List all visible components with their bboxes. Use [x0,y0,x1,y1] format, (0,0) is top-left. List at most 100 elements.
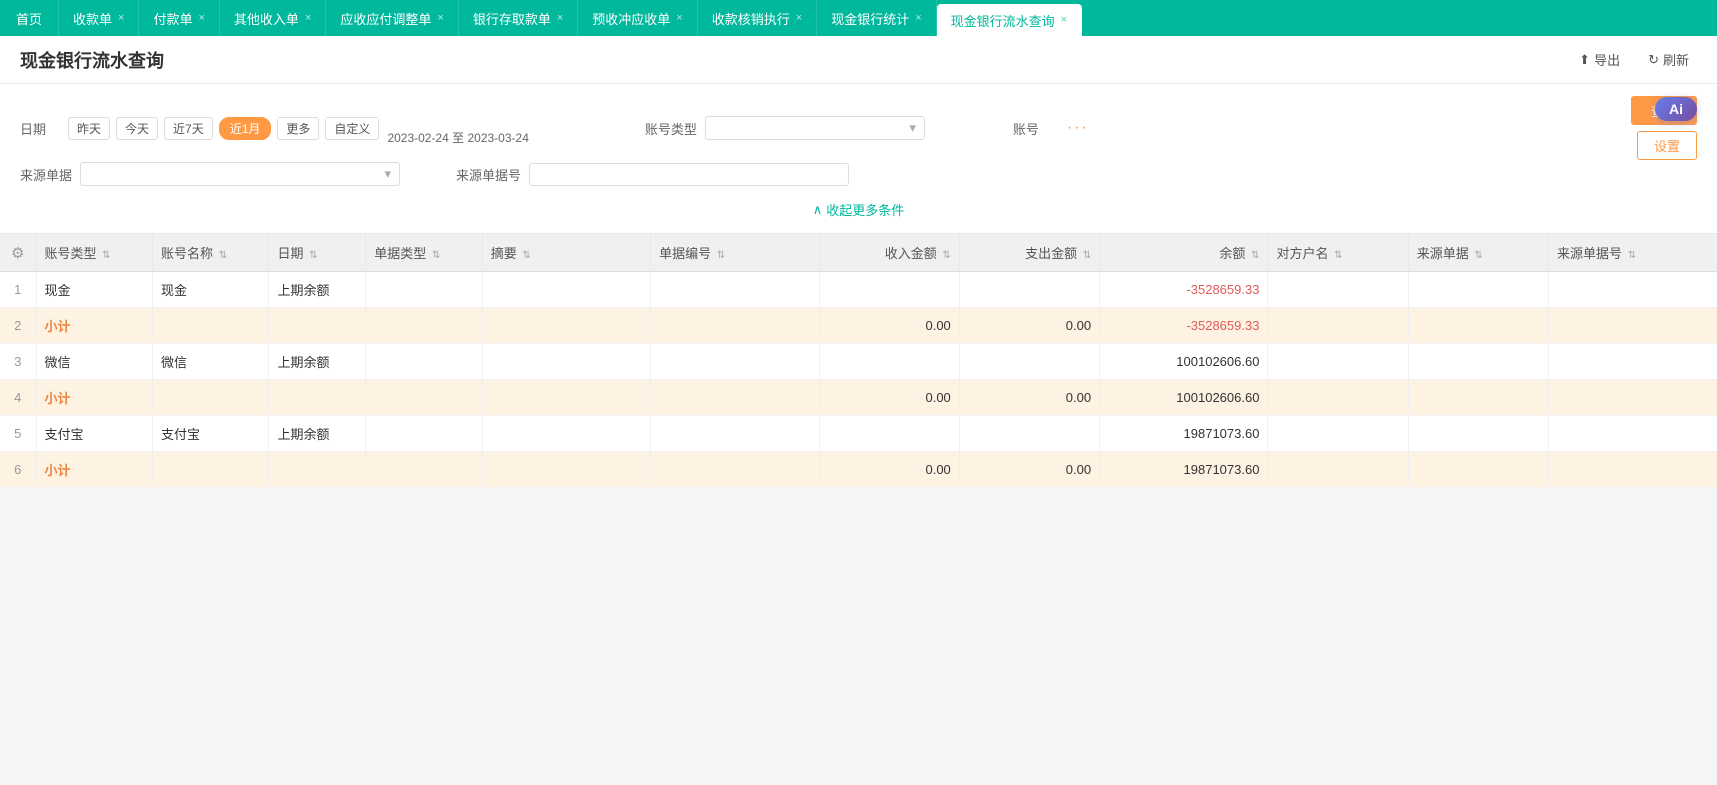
date-btn-more[interactable]: 更多 [277,117,319,140]
date-btn-custom[interactable]: 自定义 [325,117,379,140]
ai-badge[interactable]: Ai [1655,97,1697,121]
nav-tab-6[interactable]: 收款核销执行 × [698,0,817,36]
close-tab-0-icon[interactable]: × [118,12,124,24]
sort-doc-type-icon[interactable]: ⇅ [432,250,440,261]
nav-tab-7[interactable]: 现金银行统计 × [817,0,936,36]
table-row[interactable]: 4 小计 0.00 0.00 100102606.60 [0,380,1717,416]
close-tab-8-icon[interactable]: × [1061,14,1067,26]
cell-source-doc-no [1549,452,1717,488]
nav-tab-4[interactable]: 银行存取款单 × [459,0,578,36]
sort-balance-icon[interactable]: ⇅ [1251,250,1259,261]
account-label: 账号 [1013,119,1053,138]
sort-source-doc-icon[interactable]: ⇅ [1474,250,1482,261]
cell-balance: 19871073.60 [1100,452,1268,488]
source-doc-select[interactable]: ▾ [80,162,400,186]
cell-num: 3 [0,344,36,380]
account-type-group: 账号类型 ▾ [645,116,925,140]
table-row[interactable]: 2 小计 0.00 0.00 -3528659.33 [0,308,1717,344]
cell-num: 1 [0,272,36,308]
cell-expense [959,344,1099,380]
export-button[interactable]: ⬆ 导出 [1571,46,1628,73]
table-row[interactable]: 5 支付宝 支付宝 上期余额 19871073.60 [0,416,1717,452]
close-tab-7-icon[interactable]: × [915,12,921,24]
date-btn-yesterday[interactable]: 昨天 [68,117,110,140]
close-tab-2-icon[interactable]: × [305,12,311,24]
nav-home[interactable]: 首页 [0,0,59,36]
sort-source-doc-no-icon[interactable]: ⇅ [1628,250,1636,261]
cell-doc-no [651,272,819,308]
cell-source-doc [1408,452,1548,488]
cell-source-doc-no [1549,380,1717,416]
refresh-button[interactable]: ↻ 刷新 [1640,46,1697,73]
close-tab-5-icon[interactable]: × [676,12,682,24]
sort-date-icon[interactable]: ⇅ [309,250,317,261]
th-source-doc: 来源单据 ⇅ [1408,234,1548,272]
cell-account-type: 支付宝 [36,416,152,452]
cell-account-type: 小计 [36,452,152,488]
settings-button[interactable]: 设置 [1637,131,1697,160]
th-source-doc-no: 来源单据号 ⇅ [1549,234,1717,272]
cell-doc-type [366,380,482,416]
cell-date: 上期余额 [269,272,366,308]
cell-expense [959,416,1099,452]
sort-expense-icon[interactable]: ⇅ [1083,250,1091,261]
table-header-row: ⚙ 账号类型 ⇅ 账号名称 ⇅ 日期 ⇅ 单据类型 ⇅ [0,234,1717,272]
nav-tab-1[interactable]: 付款单 × [139,0,219,36]
account-type-select[interactable]: ▾ [705,116,925,140]
cell-doc-type [366,308,482,344]
th-counterpart: 对方户名 ⇅ [1268,234,1408,272]
th-date: 日期 ⇅ [269,234,366,272]
filter-row-1: 日期 昨天 今天 近7天 近1月 更多 自定义 2023-02-24 至 202… [20,96,1697,160]
close-tab-4-icon[interactable]: × [557,12,563,24]
account-ellipsis-button[interactable]: ··· [1061,117,1095,139]
sort-income-icon[interactable]: ⇅ [942,250,950,261]
source-doc-no-group: 来源单据号 [456,163,849,186]
date-btn-1month[interactable]: 近1月 [219,117,272,140]
close-tab-1-icon[interactable]: × [198,12,204,24]
cell-balance: 100102606.60 [1100,344,1268,380]
header-actions: ⬆ 导出 ↻ 刷新 [1571,46,1697,73]
page-title: 现金银行流水查询 [20,47,164,73]
page-header: 现金银行流水查询 ⬆ 导出 ↻ 刷新 [0,36,1717,84]
gear-icon[interactable]: ⚙ [8,244,28,262]
th-account-name-label: 账号名称 [161,246,213,261]
cell-account-type: 小计 [36,380,152,416]
date-btn-7days[interactable]: 近7天 [164,117,213,140]
sort-account-name-icon[interactable]: ⇅ [219,250,227,261]
cell-num: 2 [0,308,36,344]
nav-tab-2[interactable]: 其他收入单 × [220,0,326,36]
chevron-down-icon: ▾ [909,120,916,136]
sort-counterpart-icon[interactable]: ⇅ [1334,250,1342,261]
sort-account-type-icon[interactable]: ⇅ [102,250,110,261]
cell-doc-no [651,416,819,452]
sort-summary-icon[interactable]: ⇅ [522,250,530,261]
nav-tab-5[interactable]: 预收冲应收单 × [578,0,697,36]
cell-account-name [152,308,268,344]
nav-tab-8[interactable]: 现金银行流水查询 × [937,4,1082,36]
filter-row-2: 来源单据 ▾ 来源单据号 [20,162,1697,186]
nav-tab-0[interactable]: 收款单 × [59,0,139,36]
cell-expense [959,272,1099,308]
cell-income: 0.00 [819,380,959,416]
cell-source-doc-no [1549,308,1717,344]
source-doc-no-input[interactable] [529,163,849,186]
cell-account-name: 微信 [152,344,268,380]
table-row[interactable]: 6 小计 0.00 0.00 19871073.60 [0,452,1717,488]
date-btn-today[interactable]: 今天 [116,117,158,140]
collapse-bar[interactable]: ∧ 收起更多条件 [20,196,1697,223]
th-doc-type: 单据类型 ⇅ [366,234,482,272]
account-type-label: 账号类型 [645,119,697,138]
cell-doc-type [366,452,482,488]
cell-summary [482,416,650,452]
cell-doc-type [366,272,482,308]
cell-expense: 0.00 [959,308,1099,344]
cell-source-doc-no [1549,344,1717,380]
table-row[interactable]: 1 现金 现金 上期余额 -3528659.33 [0,272,1717,308]
close-tab-3-icon[interactable]: × [437,12,443,24]
cell-num: 6 [0,452,36,488]
table-row[interactable]: 3 微信 微信 上期余额 100102606.60 [0,344,1717,380]
nav-tab-3[interactable]: 应收应付调整单 × [326,0,458,36]
close-tab-6-icon[interactable]: × [796,12,802,24]
sort-doc-no-icon[interactable]: ⇅ [717,250,725,261]
date-range-display: 2023-02-24 至 2023-03-24 [387,129,528,146]
